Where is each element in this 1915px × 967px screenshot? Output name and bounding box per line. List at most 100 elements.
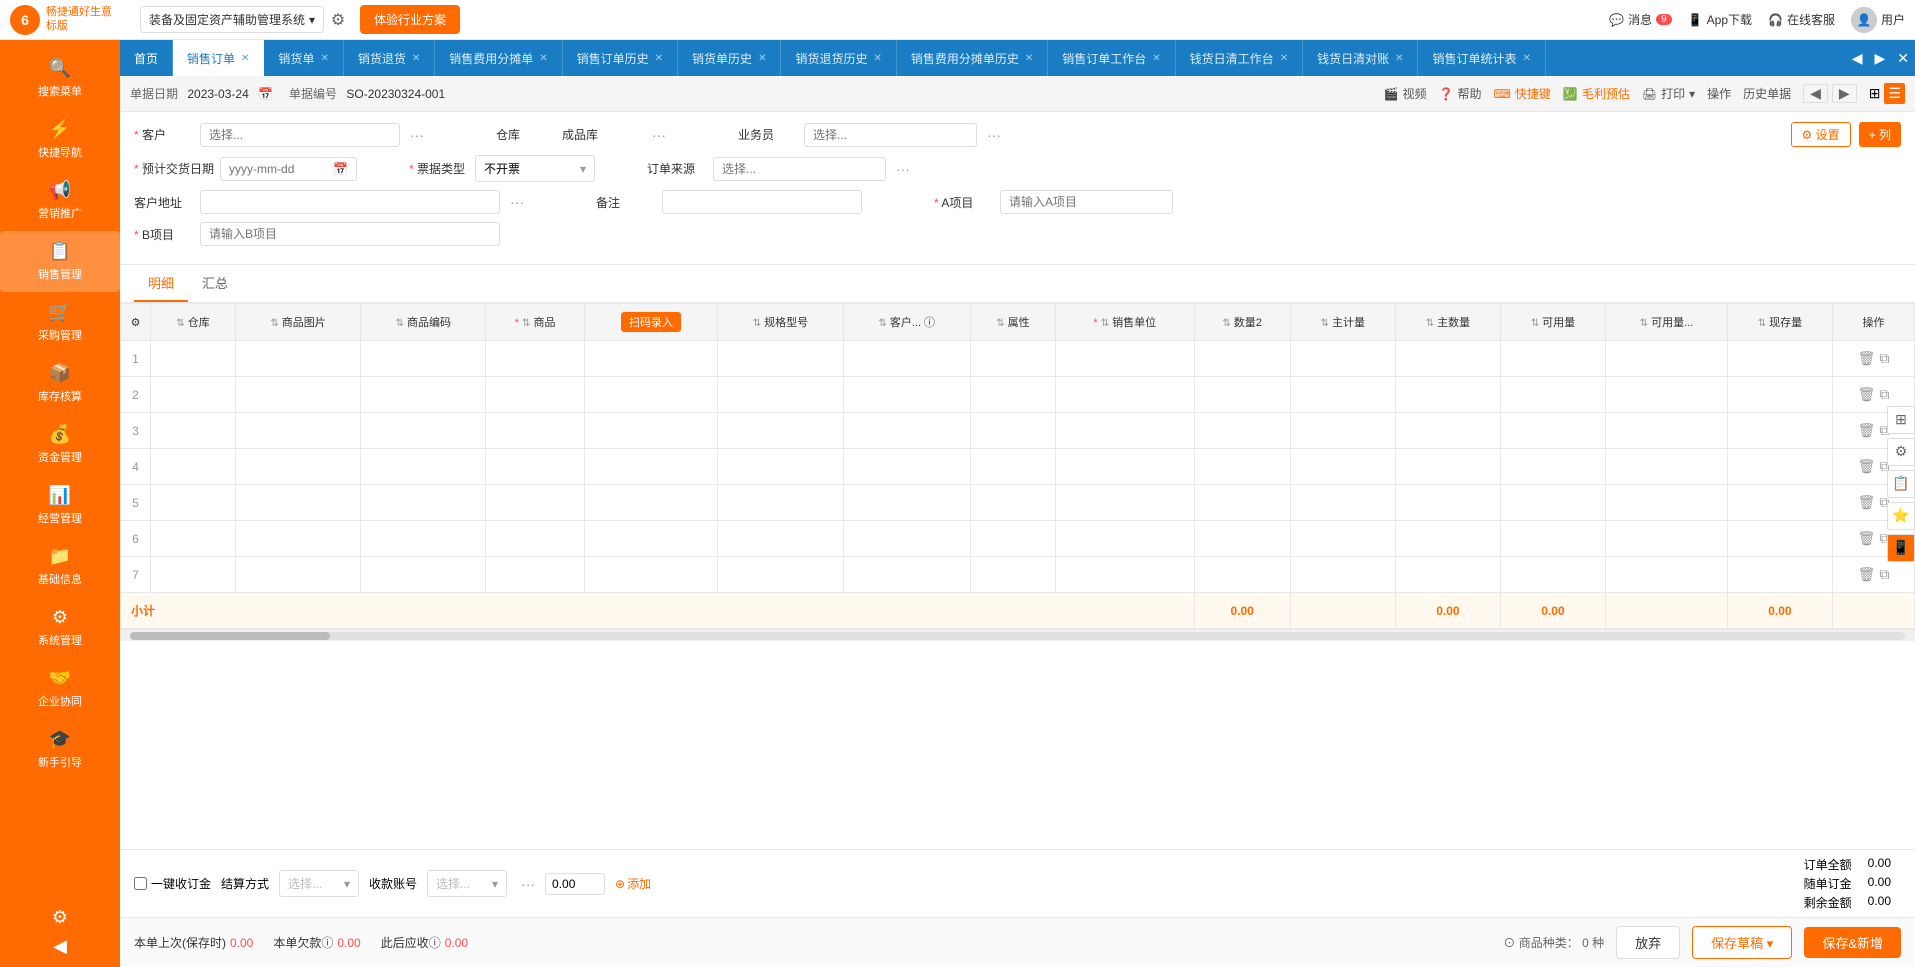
tab-close-icon[interactable]: ✕ (873, 53, 881, 64)
industry-button[interactable]: 体验行业方案 (360, 5, 460, 34)
settlement-select[interactable]: 选择... ▾ (279, 870, 359, 897)
invoice-select[interactable]: 不开票 ▾ (475, 155, 595, 182)
delete-row-icon[interactable]: 🗑 (1858, 386, 1876, 403)
sidebar-item-search[interactable]: 🔍 搜索菜单 (0, 48, 120, 109)
tab-prev-button[interactable]: ◀ (1846, 50, 1869, 67)
add-payment-btn[interactable]: ⊕ 添加 (615, 875, 651, 892)
save-new-button[interactable]: 保存&新增 (1804, 927, 1901, 958)
address-more-icon[interactable]: ··· (510, 194, 524, 210)
tab-statistics[interactable]: 销售订单统计表 ✕ (1418, 40, 1545, 76)
tab-home[interactable]: 首页 (120, 40, 173, 76)
save-draft-button[interactable]: 保存草稿 ▾ (1692, 926, 1792, 959)
notification-item[interactable]: 💬 消息 9 (1609, 11, 1672, 28)
settings-bottom-icon[interactable]: ⚙ (52, 907, 68, 928)
next-record-btn[interactable]: ▶ (1832, 84, 1857, 103)
add-column-button[interactable]: + 列 (1859, 122, 1901, 147)
tab-goods-history[interactable]: 销货单历史 ✕ (678, 40, 781, 76)
salesperson-more-icon[interactable]: ··· (987, 127, 1001, 143)
settings-button[interactable]: ⚙ (324, 6, 352, 34)
delete-row-icon[interactable]: 🗑 (1858, 530, 1876, 547)
tab-sales-order[interactable]: 销售订单 ✕ (173, 40, 264, 76)
panel-btn-5[interactable]: 📱 (1887, 534, 1915, 562)
deposit-checkbox[interactable] (134, 877, 147, 890)
address-input[interactable] (200, 190, 500, 214)
copy-row-icon[interactable]: ⧉ (1879, 350, 1889, 367)
tab-close-icon[interactable]: ✕ (1152, 53, 1160, 64)
deposit-amount-input[interactable] (545, 873, 605, 895)
tab-close-icon[interactable]: ✕ (320, 53, 328, 64)
panel-btn-4[interactable]: ⭐ (1887, 502, 1915, 530)
order-source-input[interactable] (713, 157, 886, 181)
sidebar-item-marketing[interactable]: 📢 营销推广 (0, 170, 120, 231)
scroll-thumb[interactable] (130, 632, 330, 640)
bank-more-icon[interactable]: ··· (521, 876, 535, 892)
panel-btn-3[interactable]: 📋 (1887, 470, 1915, 498)
tab-sales-return[interactable]: 销货退货 ✕ (344, 40, 435, 76)
list-view-btn[interactable]: ☰ (1884, 83, 1905, 104)
history-btn[interactable]: 历史单据 (1743, 85, 1791, 102)
app-download-item[interactable]: 📱 App下载 (1688, 11, 1752, 28)
warehouse-more-icon[interactable]: ··· (652, 127, 666, 143)
online-service-item[interactable]: 🎧 在线客服 (1768, 11, 1835, 28)
salesperson-input[interactable] (804, 123, 977, 147)
tab-close-icon[interactable]: ✕ (412, 53, 420, 64)
tab-next-button[interactable]: ▶ (1868, 50, 1891, 67)
tab-close-icon[interactable]: ✕ (1025, 53, 1033, 64)
panel-btn-2[interactable]: ⚙ (1887, 438, 1915, 466)
tab-close-icon[interactable]: ✕ (241, 53, 249, 64)
tab-close-icon[interactable]: ✕ (1395, 53, 1403, 64)
operations-btn[interactable]: 操作 (1707, 85, 1731, 102)
deposit-checkbox-label[interactable]: 一键收订金 (134, 875, 211, 892)
sidebar-item-quicknav[interactable]: ⚡ 快捷导航 (0, 109, 120, 170)
customer-input[interactable] (200, 123, 400, 147)
calendar-icon[interactable]: 📅 (258, 87, 273, 101)
tab-close-icon[interactable]: ✕ (1523, 53, 1531, 64)
view-btn[interactable]: 🎬 视频 (1384, 85, 1427, 102)
profit-btn[interactable]: 💹 毛利预估 (1563, 85, 1630, 102)
panel-btn-1[interactable]: ⊞ (1887, 406, 1915, 434)
sidebar-item-operations[interactable]: 📊 经营管理 (0, 475, 120, 536)
project-b-input[interactable] (200, 222, 500, 246)
tab-sales-cost[interactable]: 销售费用分摊单 ✕ (435, 40, 562, 76)
delete-row-icon[interactable]: 🗑 (1858, 566, 1876, 583)
shortcut-btn[interactable]: ⌨ 快捷键 (1494, 85, 1551, 102)
project-a-input[interactable] (1000, 190, 1173, 214)
delete-row-icon[interactable]: 🗑 (1858, 494, 1876, 511)
tab-close-icon[interactable]: ✕ (655, 53, 663, 64)
set-button[interactable]: ⚙ 设置 (1791, 122, 1851, 147)
scan-btn[interactable]: 扫码录入 (621, 312, 681, 332)
bank-select[interactable]: 选择... ▾ (427, 870, 507, 897)
print-btn[interactable]: 🖨 打印 ▾ (1642, 85, 1695, 102)
tab-more-button[interactable]: ✕ (1891, 50, 1915, 67)
sidebar-item-collab[interactable]: 🤝 企业协同 (0, 658, 120, 719)
prev-record-btn[interactable]: ◀ (1803, 84, 1828, 103)
sidebar-item-system[interactable]: ⚙ 系统管理 (0, 597, 120, 658)
tab-workbench[interactable]: 销售订单工作台 ✕ (1048, 40, 1175, 76)
sidebar-item-sales[interactable]: 📋 销售管理 (0, 231, 120, 292)
sidebar-item-inventory[interactable]: 📦 库存核算 (0, 353, 120, 414)
copy-row-icon[interactable]: ⧉ (1879, 386, 1889, 403)
delivery-date-field[interactable] (229, 162, 329, 176)
tab-daily-clear[interactable]: 钱货日清工作台 ✕ (1176, 40, 1303, 76)
order-source-more-icon[interactable]: ··· (896, 161, 910, 177)
sidebar-item-guide[interactable]: 🎓 新手引导 (0, 719, 120, 780)
collapse-icon[interactable]: ◀ (53, 936, 67, 957)
note-input[interactable] (662, 190, 862, 214)
system-select[interactable]: 装备及固定资产辅助管理系统 ▾ (140, 6, 324, 33)
tab-close-icon[interactable]: ✕ (539, 53, 547, 64)
customer-more-icon[interactable]: ··· (410, 127, 424, 143)
sidebar-item-purchase[interactable]: 🛒 采购管理 (0, 292, 120, 353)
sub-tab-summary[interactable]: 汇总 (188, 265, 242, 302)
tab-close-icon[interactable]: ✕ (1280, 53, 1288, 64)
sub-tab-detail[interactable]: 明细 (134, 265, 188, 302)
tab-reconcile[interactable]: 钱货日清对账 ✕ (1303, 40, 1418, 76)
tab-sales-goods[interactable]: 销货单 ✕ (264, 40, 343, 76)
delivery-date-input[interactable]: 📅 (220, 157, 357, 181)
tab-cost-history[interactable]: 销售费用分摊单历史 ✕ (897, 40, 1048, 76)
user-item[interactable]: 👤 用户 (1851, 7, 1905, 33)
sidebar-item-finance[interactable]: 💰 资金管理 (0, 414, 120, 475)
tab-sales-order-history[interactable]: 销售订单历史 ✕ (563, 40, 678, 76)
delete-row-icon[interactable]: 🗑 (1858, 458, 1876, 475)
copy-row-icon[interactable]: ⧉ (1879, 566, 1889, 583)
delete-row-icon[interactable]: 🗑 (1858, 422, 1876, 439)
